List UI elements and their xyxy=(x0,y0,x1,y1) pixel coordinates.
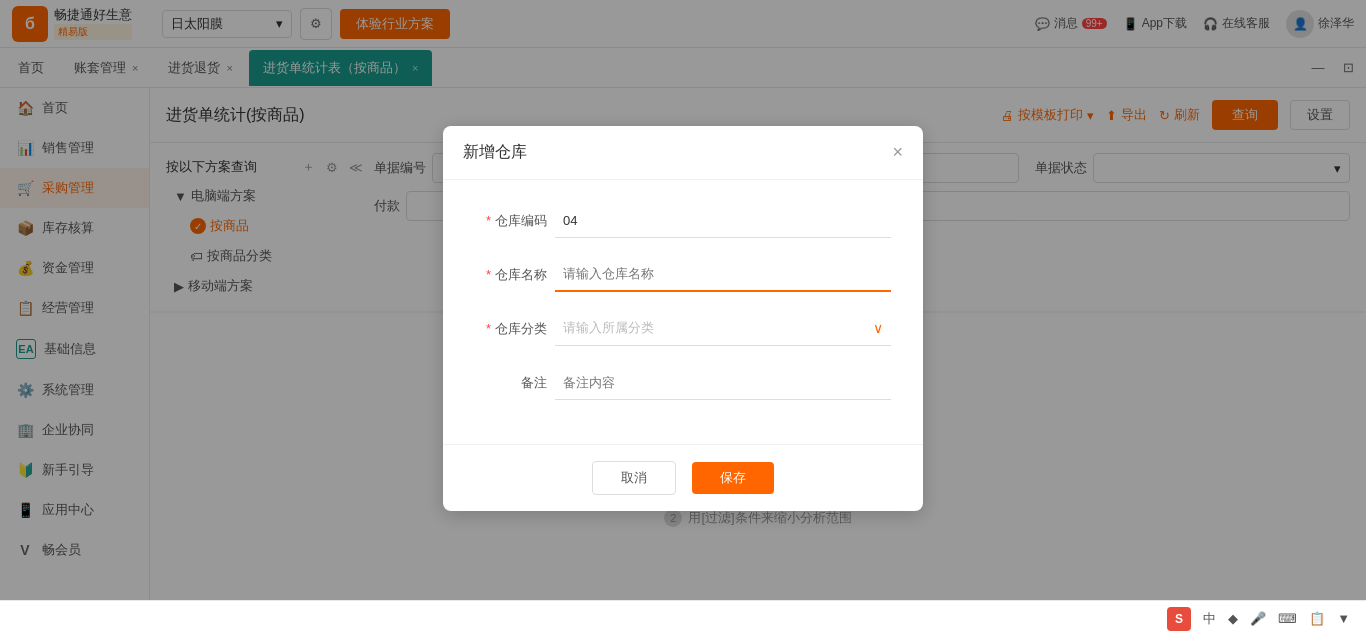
form-select-category[interactable]: 请输入所属分类 ∨ xyxy=(555,312,891,346)
dialog-body: *仓库编码 *仓库名称 *仓库分类 请输入所属分类 ∨ xyxy=(443,180,923,444)
required-mark-name: * xyxy=(486,267,491,282)
form-label-name: *仓库名称 xyxy=(475,266,555,284)
bottom-item-keyboard[interactable]: ⌨ xyxy=(1278,611,1297,626)
form-label-code: *仓库编码 xyxy=(475,212,555,230)
dialog-title: 新增仓库 xyxy=(463,142,527,163)
bottom-bar: S 中 ◆ 🎤 ⌨ 📋 ▼ xyxy=(0,600,1366,636)
dialog-close-button[interactable]: × xyxy=(892,143,903,161)
dialog-footer: 取消 保存 xyxy=(443,444,923,511)
form-label-remark: 备注 xyxy=(475,374,555,392)
bottom-item-dot[interactable]: ◆ xyxy=(1228,611,1238,626)
form-select-arrow-icon: ∨ xyxy=(873,320,883,336)
required-mark-code: * xyxy=(486,213,491,228)
dialog-header: 新增仓库 × xyxy=(443,126,923,180)
form-row-name: *仓库名称 xyxy=(475,258,891,292)
form-label-category: *仓库分类 xyxy=(475,320,555,338)
dialog-add-warehouse: 新增仓库 × *仓库编码 *仓库名称 *仓库分类 xyxy=(443,126,923,511)
bottom-item-mic[interactable]: 🎤 xyxy=(1250,611,1266,626)
form-input-remark[interactable] xyxy=(555,366,891,400)
form-row-remark: 备注 xyxy=(475,366,891,400)
form-input-name[interactable] xyxy=(555,258,891,292)
required-mark-category: * xyxy=(486,321,491,336)
form-row-code: *仓库编码 xyxy=(475,204,891,238)
save-button[interactable]: 保存 xyxy=(692,462,774,494)
bottom-logo: S xyxy=(1167,607,1191,631)
modal-overlay: 新增仓库 × *仓库编码 *仓库名称 *仓库分类 xyxy=(0,0,1366,636)
form-row-category: *仓库分类 请输入所属分类 ∨ xyxy=(475,312,891,346)
form-input-code[interactable] xyxy=(555,204,891,238)
form-select-placeholder: 请输入所属分类 xyxy=(563,319,654,337)
bottom-item-arrow[interactable]: ▼ xyxy=(1337,611,1350,626)
cancel-button[interactable]: 取消 xyxy=(592,461,676,495)
bottom-item-zh[interactable]: 中 xyxy=(1203,610,1216,628)
bottom-item-clipboard[interactable]: 📋 xyxy=(1309,611,1325,626)
